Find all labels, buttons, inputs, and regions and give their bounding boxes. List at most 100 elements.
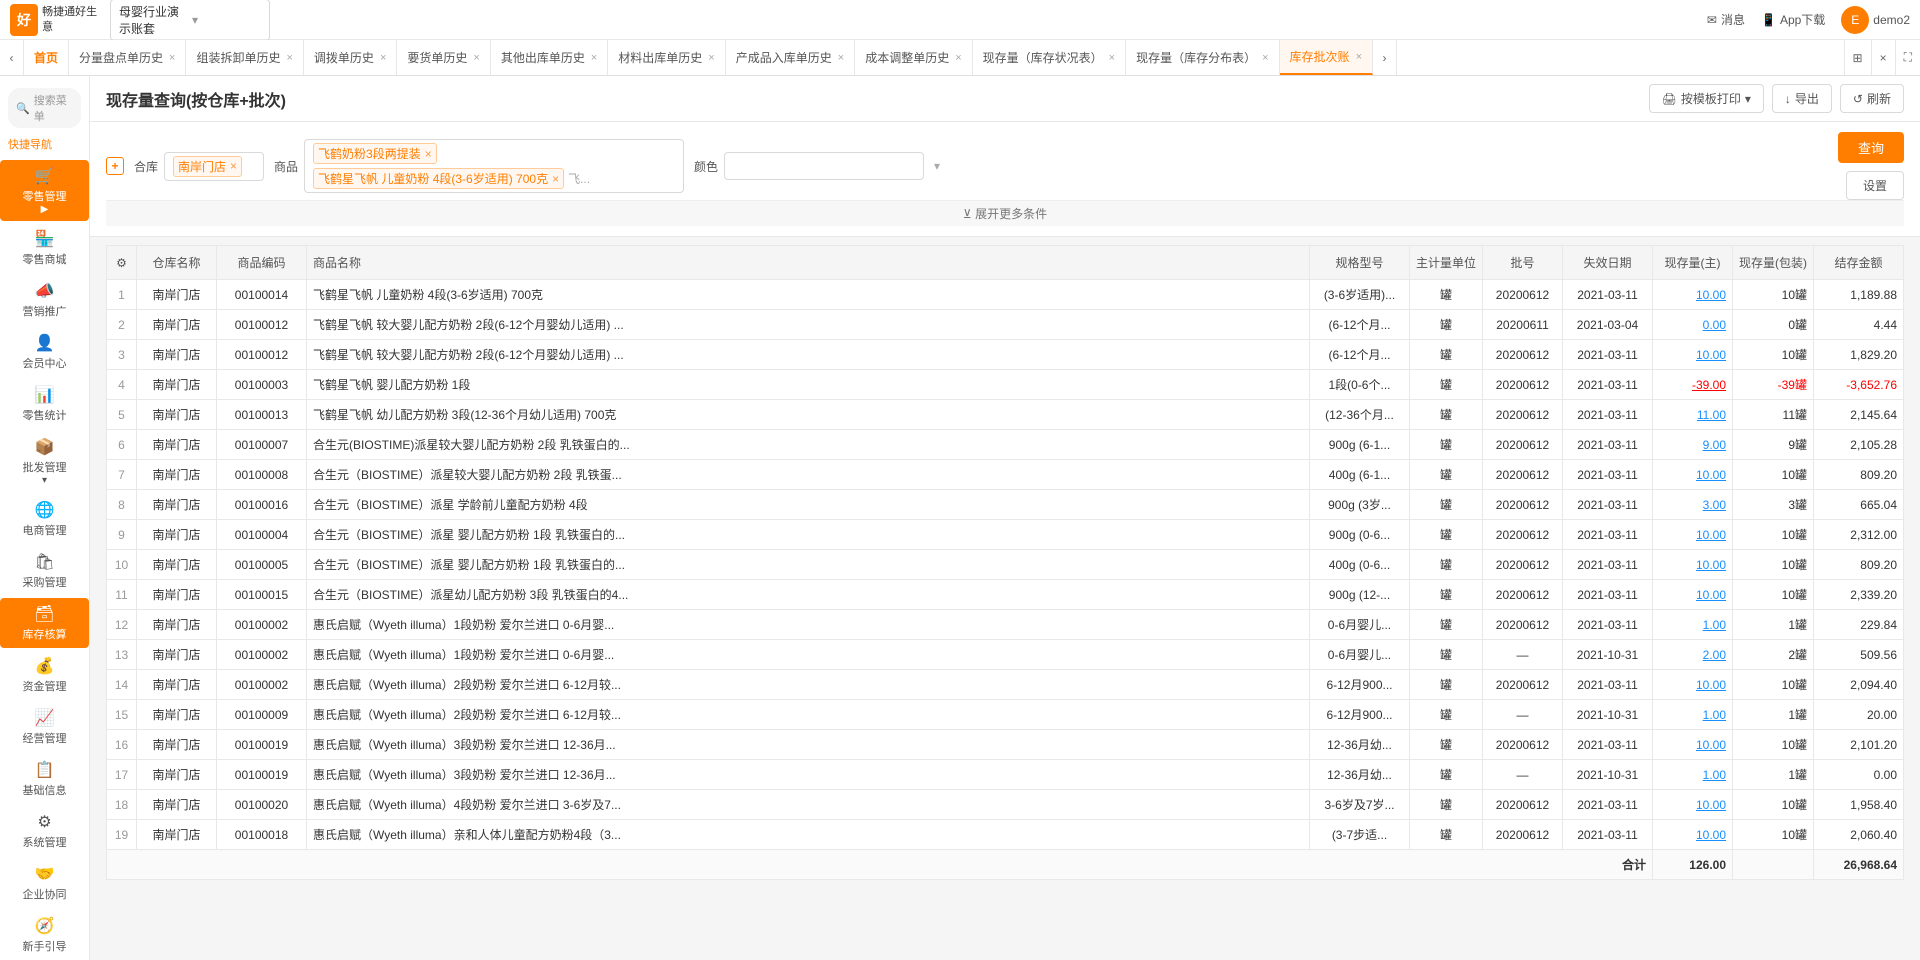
th-settings[interactable]: ⚙	[107, 246, 137, 280]
tab-batchcheck[interactable]: 库存批次账 ×	[1280, 40, 1373, 75]
cell-qty[interactable]: 3.00	[1653, 490, 1733, 520]
cell-qty[interactable]: 2.00	[1653, 640, 1733, 670]
sidebar-item-marketing[interactable]: 📣 营销推广	[0, 275, 89, 325]
cell-qty[interactable]: 10.00	[1653, 280, 1733, 310]
tab-disassemble[interactable]: 组装拆卸单历史 ×	[186, 40, 303, 75]
expand-btn[interactable]: +	[106, 157, 124, 175]
sidebar-item-system[interactable]: ⚙ 系统管理	[0, 806, 89, 856]
tab-materialout[interactable]: 材料出库单历史 ×	[608, 40, 725, 75]
query-btn[interactable]: 查询	[1838, 132, 1904, 163]
cell-qty[interactable]: 10.00	[1653, 820, 1733, 850]
sidebar-item-wholesale[interactable]: 📦 批发管理 ▾	[0, 431, 89, 492]
cell-qty[interactable]: -39.00	[1653, 370, 1733, 400]
cell-warehouse: 南岸门店	[137, 610, 217, 640]
tab-otherout[interactable]: 其他出库单历史 ×	[491, 40, 608, 75]
user-profile[interactable]: E demo2	[1841, 6, 1910, 34]
cell-qty[interactable]: 10.00	[1653, 340, 1733, 370]
sidebar-item-ecom[interactable]: 🌐 电商管理	[0, 494, 89, 544]
tab-producein[interactable]: 产成品入库单历史 ×	[726, 40, 855, 75]
sidebar-item-corp[interactable]: 🤝 企业协同	[0, 858, 89, 908]
cell-warehouse: 南岸门店	[137, 580, 217, 610]
sidebar-item-retail[interactable]: 🛒 零售管理 ▶	[0, 160, 89, 221]
cell-idx: 6	[107, 430, 137, 460]
cell-qty[interactable]: 1.00	[1653, 760, 1733, 790]
product-tag-2-close[interactable]: ×	[552, 172, 559, 186]
tab-more-btn[interactable]: ⊞	[1844, 40, 1871, 75]
tab-close-icon[interactable]: ×	[591, 52, 597, 64]
cell-qty[interactable]: 1.00	[1653, 610, 1733, 640]
cell-qty[interactable]: 11.00	[1653, 400, 1733, 430]
cell-qty[interactable]: 0.00	[1653, 310, 1733, 340]
sidebar-item-operation[interactable]: 📈 经营管理	[0, 702, 89, 752]
template-print-btn[interactable]: 🖨 按模板打印 ▾	[1649, 84, 1764, 113]
tab-next-btn[interactable]: ›	[1373, 40, 1397, 75]
app-download-btn[interactable]: 📱 App下载	[1761, 11, 1825, 28]
product-tag-2-text: 飞鹤星飞帆 儿童奶粉 4段(3-6岁适用) 700克	[318, 170, 548, 187]
sidebar-item-shop[interactable]: 🏪 零售商城	[0, 223, 89, 273]
cell-qty[interactable]: 10.00	[1653, 670, 1733, 700]
tab-purchase[interactable]: 要货单历史 ×	[397, 40, 490, 75]
tab-prev-btn[interactable]: ‹	[0, 40, 24, 75]
quick-nav-label[interactable]: 快捷导航	[8, 136, 81, 152]
tab-disassemble-label: 组装拆卸单历史	[196, 49, 280, 66]
tab-close-icon[interactable]: ×	[1262, 52, 1268, 64]
export-btn[interactable]: ↓ 导出	[1772, 84, 1832, 113]
cell-idx: 9	[107, 520, 137, 550]
warehouse-tag-box[interactable]: 南岸门店 ×	[164, 152, 264, 181]
setting-btn[interactable]: 设置	[1846, 171, 1904, 200]
sidebar-item-stats[interactable]: 📊 零售统计	[0, 379, 89, 429]
tab-close-icon[interactable]: ×	[838, 52, 844, 64]
color-tag-box[interactable]	[724, 152, 924, 180]
tab-close-icon[interactable]: ×	[1109, 52, 1115, 64]
cell-qty[interactable]: 1.00	[1653, 700, 1733, 730]
warehouse-tag-close-icon[interactable]: ×	[230, 159, 237, 173]
tab-close-all-btn[interactable]: ×	[1871, 40, 1895, 75]
cell-qty[interactable]: 10.00	[1653, 730, 1733, 760]
product-tag-1-close[interactable]: ×	[425, 147, 432, 161]
cell-qty[interactable]: 10.00	[1653, 520, 1733, 550]
color-filter: 颜色 ▾	[694, 152, 940, 180]
cell-expire: 2021-03-04	[1563, 310, 1653, 340]
cell-expire: 2021-03-11	[1563, 730, 1653, 760]
sidebar-item-guide[interactable]: 🧭 新手引导	[0, 910, 89, 960]
cell-unit: 罐	[1409, 280, 1482, 310]
sidebar-item-member[interactable]: 👤 会员中心	[0, 327, 89, 377]
tab-costadjust[interactable]: 成本调整单历史 ×	[855, 40, 972, 75]
tab-close-icon[interactable]: ×	[473, 52, 479, 64]
cell-qty[interactable]: 9.00	[1653, 430, 1733, 460]
cell-qty[interactable]: 10.00	[1653, 550, 1733, 580]
tab-stockstatus[interactable]: 现存量（库存状况表） ×	[973, 40, 1126, 75]
cell-name: 惠氏启赋（Wyeth illuma）2段奶粉 爱尔兰进口 6-12月较...	[307, 700, 1310, 730]
cell-spec: 12-36月幼...	[1309, 760, 1409, 790]
search-input-box[interactable]: 🔍 搜索菜单	[8, 88, 81, 128]
sidebar-item-purchase[interactable]: 🛍 采购管理	[0, 546, 89, 596]
finance-icon: 💰	[35, 656, 55, 676]
cell-qty[interactable]: 10.00	[1653, 790, 1733, 820]
product-tag-box[interactable]: 飞鹤奶粉3段两提装 × 飞鹤星飞帆 儿童奶粉 4段(3-6岁适用) 700克 ×…	[304, 139, 684, 193]
cell-qty[interactable]: 10.00	[1653, 460, 1733, 490]
tab-splitstock[interactable]: 分量盘点单历史 ×	[69, 40, 186, 75]
tab-close-icon[interactable]: ×	[955, 52, 961, 64]
tab-pickup[interactable]: 调拨单历史 ×	[304, 40, 397, 75]
sidebar-item-basic[interactable]: 📋 基础信息	[0, 754, 89, 804]
sidebar-item-stock[interactable]: 🗃 库存核算	[0, 598, 89, 648]
cell-warehouse: 南岸门店	[137, 790, 217, 820]
sidebar-item-finance[interactable]: 💰 资金管理	[0, 650, 89, 700]
tab-close-icon[interactable]: ×	[286, 52, 292, 64]
th-expire: 失效日期	[1563, 246, 1653, 280]
refresh-btn[interactable]: ↺ 刷新	[1840, 84, 1904, 113]
tab-stockdist[interactable]: 现存量（库存分布表） ×	[1126, 40, 1279, 75]
tab-close-icon[interactable]: ×	[380, 52, 386, 64]
account-selector[interactable]: 母婴行业演示账套 ▾	[110, 0, 270, 41]
message-btn[interactable]: ✉ 消息	[1707, 11, 1745, 28]
tab-close-icon[interactable]: ×	[1356, 51, 1362, 63]
tab-close-icon[interactable]: ×	[169, 52, 175, 64]
cell-expire: 2021-10-31	[1563, 760, 1653, 790]
expand-more-btn[interactable]: ⊻ 展开更多条件	[106, 200, 1904, 226]
th-batch: 批号	[1483, 246, 1563, 280]
product-more[interactable]: 飞...	[568, 170, 590, 187]
tab-home[interactable]: 首页	[24, 40, 69, 75]
tab-fullscreen-btn[interactable]: ⛶	[1895, 40, 1920, 75]
cell-qty[interactable]: 10.00	[1653, 580, 1733, 610]
tab-close-icon[interactable]: ×	[708, 52, 714, 64]
